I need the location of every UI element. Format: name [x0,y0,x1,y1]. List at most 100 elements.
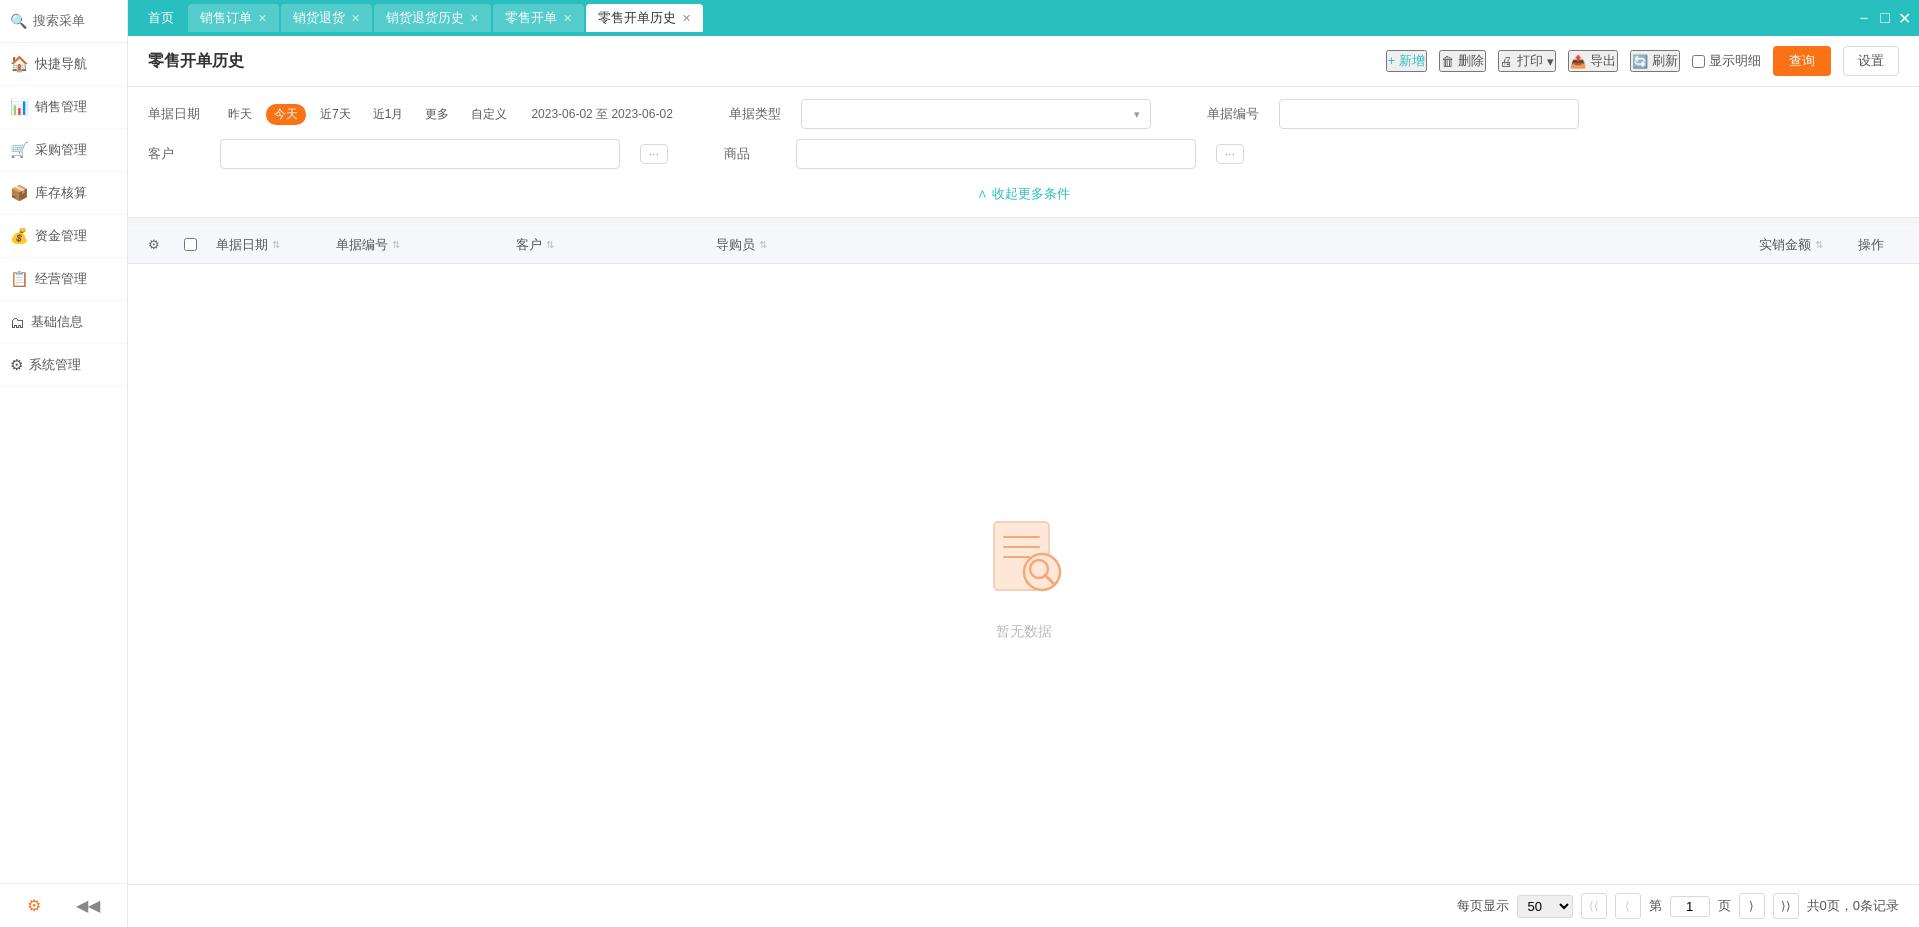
collapse-filter-btn[interactable]: ∧ 收起更多条件 [148,179,1899,205]
tab-close-icon[interactable]: ✕ [470,12,479,25]
sidebar-item-quicknav[interactable]: 🏠 快捷导航 [0,43,127,86]
basicinfo-icon: 🗂 [10,314,25,331]
tab-home[interactable]: 首页 [136,4,186,32]
tab-close-icon[interactable]: ✕ [563,12,572,25]
sort-icon: ⇅ [1815,239,1823,250]
goods-filter-input[interactable] [796,139,1196,169]
settings-button[interactable]: 设置 [1843,46,1899,76]
export-button[interactable]: 📤 导出 [1568,50,1618,72]
sidebar-item-label: 资金管理 [35,227,87,245]
tab-sales-order[interactable]: 销售订单 ✕ [188,4,279,32]
sales-icon: 📊 [10,98,29,116]
tab-return[interactable]: 销货退货 ✕ [281,4,372,32]
select-arrow-icon: ▾ [1134,108,1140,121]
table-header: ⚙ 单据日期 ⇅ 单据编号 ⇅ 客户 ⇅ 导购员 ⇅ [128,226,1919,264]
main-area: 首页 销售订单 ✕ 销货退货 ✕ 销货退货历史 ✕ 零售开单 ✕ 零售开单历史 … [128,0,1919,927]
display-detail-toggle[interactable]: 显示明细 [1692,52,1761,70]
sidebar-search[interactable]: 🔍 搜索采单 [0,0,127,43]
pagination: 每页显示 50 10 20 100 ⟨⟨ ⟨ 第 页 ⟩ ⟩⟩ 共0页，0条记录 [128,884,1919,927]
th-amount-label: 实销金额 [1759,236,1811,254]
finance-icon: 💰 [10,227,29,245]
th-number[interactable]: 单据编号 ⇅ [328,236,508,254]
sort-icon: ⇅ [546,239,554,250]
customer-filter-input[interactable] [220,139,620,169]
tab-close-icon[interactable]: ✕ [258,12,267,25]
tab-label: 销货退货历史 [386,9,464,27]
date-opt-1month[interactable]: 近1月 [365,104,412,125]
page-header: 零售开单历史 + 新增 🗑 删除 🖨 打印 ▾ 📤 导出 🔄 [128,36,1919,87]
add-button[interactable]: + 新增 [1386,50,1427,72]
refresh-button[interactable]: 🔄 刷新 [1630,50,1680,72]
display-detail-checkbox[interactable] [1692,55,1705,68]
next-page-button[interactable]: ⟩ [1739,893,1765,919]
first-page-button[interactable]: ⟨⟨ [1581,893,1607,919]
filter-row-1: 单据日期 昨天 今天 近7天 近1月 更多 自定义 2023-06-02 至 2… [148,99,1899,129]
refresh-icon: 🔄 [1632,54,1648,69]
system-icon: ⚙ [10,356,23,374]
th-customer[interactable]: 客户 ⇅ [508,236,708,254]
tab-retail-open-history[interactable]: 零售开单历史 ✕ [586,4,703,32]
sidebar-item-system[interactable]: ⚙ 系统管理 [0,344,127,387]
page-label-post: 页 [1718,897,1731,915]
sidebar-item-basicinfo[interactable]: 🗂 基础信息 [0,301,127,344]
th-date[interactable]: 单据日期 ⇅ [208,236,328,254]
date-opt-7days[interactable]: 近7天 [312,104,359,125]
sidebar-item-business[interactable]: 📋 经营管理 [0,258,127,301]
th-customer-label: 客户 [516,236,542,254]
type-filter-select[interactable]: ▾ [801,99,1151,129]
print-button[interactable]: 🖨 打印 ▾ [1498,50,1556,72]
home-icon: 🏠 [10,55,29,73]
minimize-icon[interactable]: － [1856,8,1872,29]
sidebar-item-finance[interactable]: 💰 资金管理 [0,215,127,258]
tab-return-history[interactable]: 销货退货历史 ✕ [374,4,491,32]
tab-close-icon[interactable]: ✕ [351,12,360,25]
date-opt-yesterday[interactable]: 昨天 [220,104,260,125]
filter-area: 单据日期 昨天 今天 近7天 近1月 更多 自定义 2023-06-02 至 2… [128,87,1919,218]
number-filter-label: 单据编号 [1207,105,1263,123]
content-area: 零售开单历史 + 新增 🗑 删除 🖨 打印 ▾ 📤 导出 🔄 [128,36,1919,927]
number-filter-input[interactable] [1279,99,1579,129]
maximize-icon[interactable]: □ [1880,9,1890,27]
delete-button[interactable]: 🗑 删除 [1439,50,1486,72]
tab-close-icon[interactable]: ✕ [682,12,691,25]
column-settings-icon[interactable]: ⚙ [136,237,172,252]
sidebar-item-label: 系统管理 [29,356,81,374]
empty-text: 暂无数据 [996,623,1052,641]
date-opt-today[interactable]: 今天 [266,104,306,125]
window-close-icon[interactable]: ✕ [1898,9,1911,28]
th-guide[interactable]: 导购员 ⇅ [708,236,828,254]
select-all-checkbox-cell[interactable] [172,238,208,251]
tab-label: 零售开单 [505,9,557,27]
page-number-input[interactable] [1670,896,1710,917]
tab-retail-open[interactable]: 零售开单 ✕ [493,4,584,32]
settings-icon[interactable]: ⚙ [27,896,41,915]
page-title: 零售开单历史 [148,51,244,72]
sidebar-collapse-icon[interactable]: ◀◀ [76,896,100,915]
tabs-bar: 首页 销售订单 ✕ 销货退货 ✕ 销货退货历史 ✕ 零售开单 ✕ 零售开单历史 … [128,0,1919,36]
per-page-select[interactable]: 50 10 20 100 [1517,895,1573,918]
th-amount[interactable]: 实销金额 ⇅ [1711,236,1831,254]
sidebar-item-sales[interactable]: 📊 销售管理 [0,86,127,129]
date-opt-custom[interactable]: 自定义 [463,104,515,125]
collapse-filter-label: ∧ 收起更多条件 [977,186,1070,201]
select-all-checkbox[interactable] [184,238,197,251]
inventory-icon: 📦 [10,184,29,202]
prev-page-button[interactable]: ⟨ [1615,893,1641,919]
sidebar-item-purchase[interactable]: 🛒 采购管理 [0,129,127,172]
empty-illustration [974,507,1074,607]
print-label: 打印 [1517,52,1543,70]
empty-state: 暂无数据 [128,264,1919,884]
customer-ellipsis-button[interactable]: ··· [640,144,668,164]
print-arrow-icon: ▾ [1547,54,1554,69]
th-guide-label: 导购员 [716,236,755,254]
page-label-pre: 第 [1649,897,1662,915]
query-button[interactable]: 查询 [1773,46,1831,76]
toolbar: + 新增 🗑 删除 🖨 打印 ▾ 📤 导出 🔄 刷新 [1386,46,1899,76]
sidebar-item-label: 销售管理 [35,98,87,116]
sidebar-item-inventory[interactable]: 📦 库存核算 [0,172,127,215]
last-page-button[interactable]: ⟩⟩ [1773,893,1799,919]
goods-ellipsis-button[interactable]: ··· [1216,144,1244,164]
date-opt-more[interactable]: 更多 [417,104,457,125]
export-icon: 📤 [1570,54,1586,69]
tab-label: 销货退货 [293,9,345,27]
